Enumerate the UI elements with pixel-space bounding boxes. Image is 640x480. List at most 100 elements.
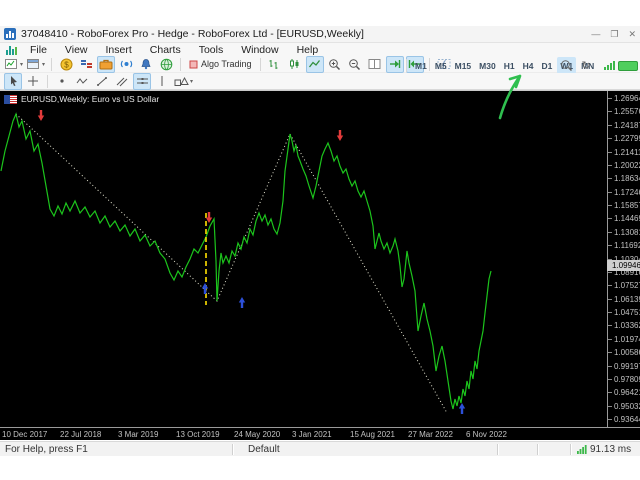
time-tick-label: 27 Mar 2022 <box>408 430 453 439</box>
zigzag-tool-button[interactable] <box>73 73 91 90</box>
trendline-tool-button[interactable] <box>93 73 111 90</box>
chart-window-icon <box>5 45 17 55</box>
price-tick-label: 1.25576 <box>608 107 640 116</box>
price-tick-label: 1.22799 <box>608 134 640 143</box>
toolbar-separator <box>47 74 48 88</box>
auto-scroll-button[interactable] <box>385 55 404 73</box>
search-icon <box>560 60 572 72</box>
line-chart-button[interactable] <box>305 55 324 73</box>
horizontal-levels-button[interactable] <box>133 72 151 90</box>
cursor-button[interactable] <box>4 72 22 90</box>
time-axis[interactable]: 10 Dec 2017 22 Jul 2018 3 Mar 2019 13 Oc… <box>0 428 607 441</box>
depth-of-market-button[interactable] <box>77 56 95 73</box>
menu-bar: File View Insert Charts Tools Window Hel… <box>0 43 640 56</box>
price-tick-label: 0.93644 <box>608 415 640 424</box>
search-button[interactable] <box>557 57 575 74</box>
candlestick-chart-button[interactable] <box>286 56 304 73</box>
point-icon <box>60 79 64 83</box>
menu-file[interactable]: File <box>21 44 56 56</box>
status-separator <box>497 444 498 455</box>
menu-insert[interactable]: Insert <box>97 44 141 56</box>
status-separator <box>570 444 571 455</box>
crosshair-button[interactable] <box>24 73 42 90</box>
close-button[interactable]: ✕ <box>628 29 636 40</box>
shapes-tool-button[interactable]: ▾ <box>173 73 194 90</box>
minimize-button[interactable]: — <box>591 29 600 40</box>
buy-arrow-marker <box>201 283 209 294</box>
algo-trading-stop-icon <box>189 60 198 68</box>
horizontal-levels-icon <box>136 78 148 84</box>
status-profile[interactable]: Default <box>248 444 280 455</box>
chevron-down-icon: ▾ <box>20 61 24 68</box>
community-button[interactable] <box>157 56 175 73</box>
algo-trading-label: Algo Trading <box>201 59 252 69</box>
zoom-in-button[interactable] <box>326 56 344 73</box>
timeframe-m30-button[interactable]: M30 <box>476 57 499 74</box>
window-title: 37048410 - RoboForex Pro - Hedge - RoboF… <box>21 28 364 40</box>
status-connection[interactable]: 91.13 ms <box>577 444 631 455</box>
price-tick-label: 0.95032 <box>608 402 640 411</box>
bar-chart-icon <box>269 60 278 69</box>
cursor-icon <box>10 76 17 86</box>
refresh-icon: ↻ <box>581 60 591 72</box>
sell-arrow-marker <box>336 130 344 141</box>
timeframe-m5-button[interactable]: M5 <box>432 57 450 74</box>
vertical-line-tool-button[interactable] <box>153 73 171 90</box>
new-order-button[interactable]: $ <box>57 56 75 73</box>
price-tick-label: 1.07527 <box>608 281 640 290</box>
timeframe-m15-button[interactable]: M15 <box>452 57 475 74</box>
candlestick-icon <box>290 59 299 69</box>
price-tick-label: 1.11692 <box>608 241 640 250</box>
time-tick-label: 15 Aug 2021 <box>350 430 395 439</box>
channel-tool-button[interactable] <box>113 73 131 90</box>
menu-window[interactable]: Window <box>232 44 287 56</box>
point-tool-button[interactable] <box>53 73 71 90</box>
restore-button[interactable]: ❐ <box>610 29 618 40</box>
algo-trading-button[interactable]: Algo Trading <box>186 56 255 73</box>
toolbox-button[interactable] <box>97 55 116 73</box>
chart-area[interactable]: EURUSD,Weekly: Euro vs US Dollar 1.26964… <box>0 90 640 440</box>
refresh-button[interactable]: ↻ <box>577 57 595 74</box>
new-order-icon: $ <box>60 58 73 70</box>
price-tick-label: 1.04751 <box>608 308 640 317</box>
trendline-icon <box>97 76 107 86</box>
new-chart-button[interactable]: ▾ <box>4 56 24 73</box>
crosshair-icon <box>28 76 38 86</box>
zoom-out-button[interactable] <box>346 56 364 73</box>
menu-tools[interactable]: Tools <box>190 44 233 56</box>
menu-charts[interactable]: Charts <box>141 44 190 56</box>
time-tick-label: 22 Jul 2018 <box>60 430 102 439</box>
buy-arrow-marker <box>238 297 246 308</box>
timeframe-h4-button[interactable]: H4 <box>520 57 537 74</box>
app-logo-icon <box>4 28 16 40</box>
tile-windows-button[interactable] <box>366 56 384 73</box>
toolbar-right-group: ↻ <box>556 57 638 74</box>
channel-icon <box>116 77 128 86</box>
price-tick-label: 1.06139 <box>608 295 640 304</box>
profiles-icon <box>27 59 40 69</box>
menu-help[interactable]: Help <box>288 44 328 56</box>
price-tick-label: 1.03362 <box>608 321 640 330</box>
price-tick-label: 1.18634 <box>608 174 640 183</box>
signals-button[interactable] <box>117 56 135 73</box>
timeframe-d1-button[interactable]: D1 <box>538 57 555 74</box>
timeframe-h1-button[interactable]: H1 <box>501 57 518 74</box>
globe-icon <box>160 58 172 70</box>
toolbar-separator <box>406 59 407 72</box>
symbol-title-text: EURUSD,Weekly: Euro vs US Dollar <box>21 94 160 104</box>
auto-scroll-icon <box>390 60 401 68</box>
status-bar: For Help, press F1 Default 91.13 ms <box>0 441 640 456</box>
alerts-button[interactable] <box>137 56 155 73</box>
timeframe-m1-button[interactable]: M1 <box>412 57 430 74</box>
connection-status-indicator <box>618 60 638 71</box>
price-axis[interactable]: 1.26964 1.25576 1.24187 1.22799 1.21411 … <box>608 91 640 427</box>
zigzag-line-icon <box>76 78 87 84</box>
profiles-button[interactable]: ▾ <box>26 56 46 73</box>
buy-arrow-marker <box>458 403 466 414</box>
toolbar-separator <box>180 57 182 71</box>
latency-bars-icon <box>577 445 587 454</box>
price-chart-plot[interactable] <box>0 91 607 427</box>
menu-view[interactable]: View <box>56 44 97 56</box>
bar-chart-button[interactable] <box>266 56 284 73</box>
standard-toolbar: ▾ ▾ $ Algo Trading ƒ M1 M5 M15 M30 H1 H4… <box>0 55 640 74</box>
